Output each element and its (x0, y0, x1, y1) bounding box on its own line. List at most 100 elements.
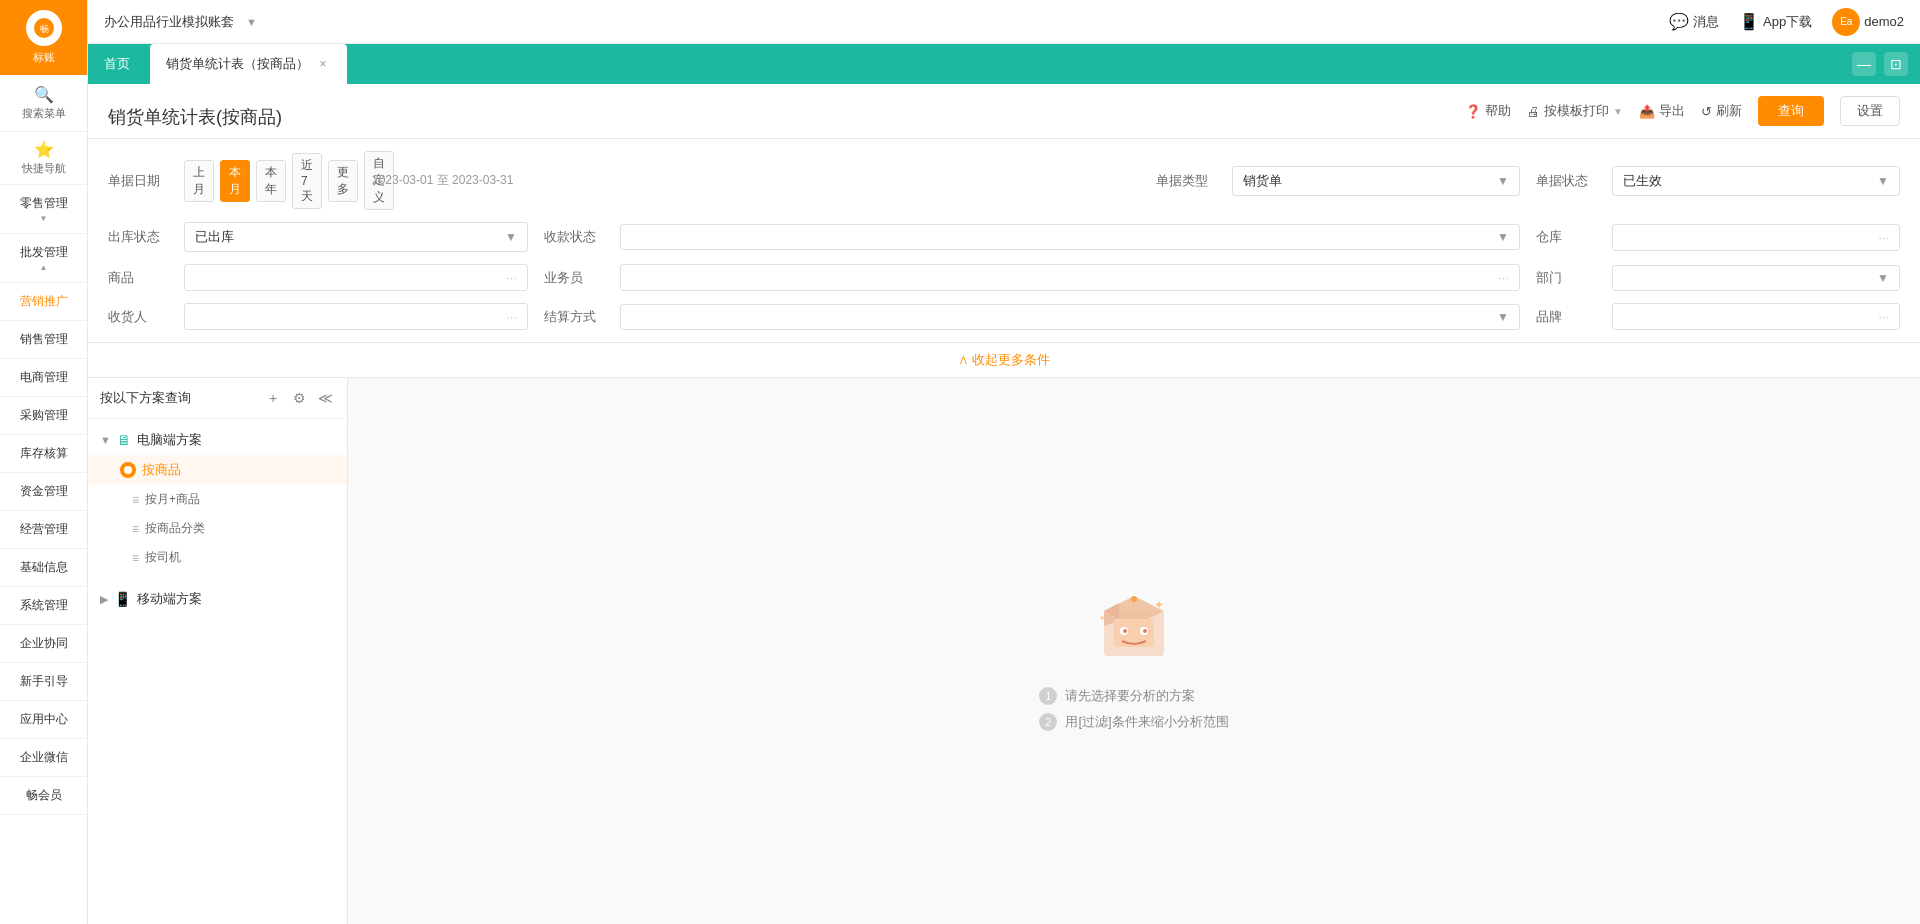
tab-maximize-btn[interactable]: ⊡ (1884, 52, 1908, 76)
nav-enterprise[interactable]: 企业协同 (0, 625, 87, 663)
doc-type-label: 单据类型 (1156, 172, 1224, 190)
nav-member[interactable]: 畅会员 (0, 777, 87, 815)
left-panel-action-btns: + ⚙ ≪ (263, 388, 335, 408)
nav-guide[interactable]: 新手引导 (0, 663, 87, 701)
tip-circle-2: 2 (1039, 713, 1057, 731)
app-download-label: App下载 (1763, 13, 1812, 31)
warehouse-dots-icon[interactable]: ··· (1878, 230, 1889, 245)
staff-label: 业务员 (544, 269, 612, 287)
scheme-product-category-label: 按商品分类 (145, 520, 205, 537)
brand-input[interactable]: ··· (1612, 303, 1900, 330)
nav-operations[interactable]: 经营管理 (0, 511, 87, 549)
message-btn[interactable]: 💬 消息 (1669, 12, 1719, 31)
print-icon: 🖨 (1527, 104, 1540, 119)
nav-sales[interactable]: 销售管理 (0, 321, 87, 359)
add-scheme-btn[interactable]: + (263, 388, 283, 408)
svg-point-8 (1123, 629, 1127, 633)
date-this-year-btn[interactable]: 本年 (256, 160, 286, 202)
quick-nav-label: 快捷导航 (8, 161, 79, 176)
mobile-group-icon: 📱 (114, 591, 131, 607)
page-body: 销货单统计表(按商品) ❓ 帮助 🖨 按模板打印 ▼ 📤 导出 (88, 84, 1920, 924)
workspace-name[interactable]: 办公用品行业模拟账套 (104, 13, 234, 31)
refresh-btn[interactable]: ↺ 刷新 (1701, 102, 1742, 120)
svg-text:✦: ✦ (1154, 598, 1164, 612)
export-btn[interactable]: 📤 导出 (1639, 102, 1685, 120)
date-more-btn[interactable]: 更多 (328, 160, 358, 202)
user-menu[interactable]: Ea demo2 (1832, 8, 1904, 36)
scheme-by-product[interactable]: 按商品 (88, 455, 347, 485)
department-select[interactable]: ▼ (1612, 265, 1900, 291)
print-btn[interactable]: 🖨 按模板打印 ▼ (1527, 102, 1623, 120)
nav-ecommerce[interactable]: 电商管理 (0, 359, 87, 397)
staff-input[interactable]: ··· (620, 264, 1520, 291)
operations-label: 经营管理 (20, 521, 68, 538)
print-arrow-icon: ▼ (1613, 106, 1623, 117)
nav-basic[interactable]: 基础信息 (0, 549, 87, 587)
nav-marketing[interactable]: 营销推广 (0, 283, 87, 321)
nav-system[interactable]: 系统管理 (0, 587, 87, 625)
receiver-dots-icon[interactable]: ··· (506, 309, 517, 324)
out-status-label: 出库状态 (108, 228, 176, 246)
logo-icon: 畅 (26, 10, 62, 46)
date-last-month-btn[interactable]: 上月 (184, 160, 214, 202)
empty-state: ✦ ✦ 1 请先选择要分析的方案 2 用[过滤]条件来缩小分析范围 (1039, 571, 1228, 731)
sidebar-search[interactable]: 🔍 搜索菜单 (0, 75, 87, 132)
nav-inventory[interactable]: 库存核算 (0, 435, 87, 473)
mobile-group-header[interactable]: ▶ 📱 移动端方案 (88, 584, 347, 614)
mobile-group-label: 移动端方案 (137, 590, 202, 608)
tab-minimize-btn[interactable]: — (1852, 52, 1876, 76)
tab-home[interactable]: 首页 (88, 44, 146, 84)
right-data-area: ✦ ✦ 1 请先选择要分析的方案 2 用[过滤]条件来缩小分析范围 (348, 378, 1920, 924)
scheme-product-category[interactable]: ≡ 按商品分类 (88, 514, 347, 543)
date-last7-btn[interactable]: 近7天 (292, 153, 322, 209)
brand-dots-icon[interactable]: ··· (1878, 309, 1889, 324)
workspace-arrow-icon[interactable]: ▼ (246, 16, 257, 28)
collapse-panel-btn[interactable]: ≪ (315, 388, 335, 408)
tip-1-text: 请先选择要分析的方案 (1065, 687, 1195, 705)
app-logo[interactable]: 畅 标账 (0, 0, 87, 75)
nav-purchase[interactable]: 采购管理 (0, 397, 87, 435)
username: demo2 (1864, 14, 1904, 29)
date-buttons: 上月 本月 本年 近7天 更多 自定义 (184, 151, 394, 210)
query-button[interactable]: 查询 (1758, 96, 1824, 126)
guide-label: 新手引导 (20, 673, 68, 690)
settings-button[interactable]: 设置 (1840, 96, 1900, 126)
receiver-input[interactable]: ··· (184, 303, 528, 330)
nav-wechat[interactable]: 企业微信 (0, 739, 87, 777)
avatar[interactable]: Ea (1832, 8, 1860, 36)
nav-retail[interactable]: 零售管理 ▼ (0, 185, 87, 234)
left-panel: 按以下方案查询 + ⚙ ≪ ▼ 🖥 电脑端方案 (88, 378, 348, 924)
svg-text:✦: ✦ (1099, 614, 1106, 623)
receipt-status-select[interactable]: ▼ (620, 224, 1520, 250)
goods-dots-icon[interactable]: ··· (506, 270, 517, 285)
help-icon: ❓ (1465, 104, 1481, 119)
payment-select[interactable]: ▼ (620, 304, 1520, 330)
doc-type-select[interactable]: 销货单 ▼ (1232, 166, 1520, 196)
scheme-month-product-label: 按月+商品 (145, 491, 200, 508)
nav-wholesale[interactable]: 批发管理 ▲ (0, 234, 87, 283)
staff-dots-icon[interactable]: ··· (1498, 270, 1509, 285)
tab-active[interactable]: 销货单统计表（按商品） × (150, 44, 347, 84)
nav-finance[interactable]: 资金管理 (0, 473, 87, 511)
scheme-by-driver[interactable]: ≡ 按司机 (88, 543, 347, 572)
collapse-bar[interactable]: ∧ 收起更多条件 (88, 343, 1920, 378)
out-status-select[interactable]: 已出库 ▼ (184, 222, 528, 252)
message-icon: 💬 (1669, 12, 1689, 31)
warehouse-input[interactable]: ··· (1612, 224, 1900, 251)
goods-input[interactable]: ··· (184, 264, 528, 291)
doc-status-select[interactable]: 已生效 ▼ (1612, 166, 1900, 196)
app-download-btn[interactable]: 📱 App下载 (1739, 12, 1812, 31)
help-btn[interactable]: ❓ 帮助 (1465, 102, 1511, 120)
filter-row-2: 出库状态 已出库 ▼ 收款状态 ▼ 仓库 (108, 222, 1900, 252)
message-label: 消息 (1693, 13, 1719, 31)
settings-scheme-btn[interactable]: ⚙ (289, 388, 309, 408)
out-status-value: 已出库 (195, 228, 234, 246)
nav-appstore[interactable]: 应用中心 (0, 701, 87, 739)
date-this-month-btn[interactable]: 本月 (220, 160, 250, 202)
desktop-group-header[interactable]: ▼ 🖥 电脑端方案 (88, 425, 347, 455)
export-icon: 📤 (1639, 104, 1655, 119)
tab-close-btn[interactable]: × (315, 56, 331, 72)
scheme-month-product[interactable]: ≡ 按月+商品 (88, 485, 347, 514)
quick-nav[interactable]: ⭐ 快捷导航 (0, 132, 87, 185)
department-label: 部门 (1536, 269, 1604, 287)
